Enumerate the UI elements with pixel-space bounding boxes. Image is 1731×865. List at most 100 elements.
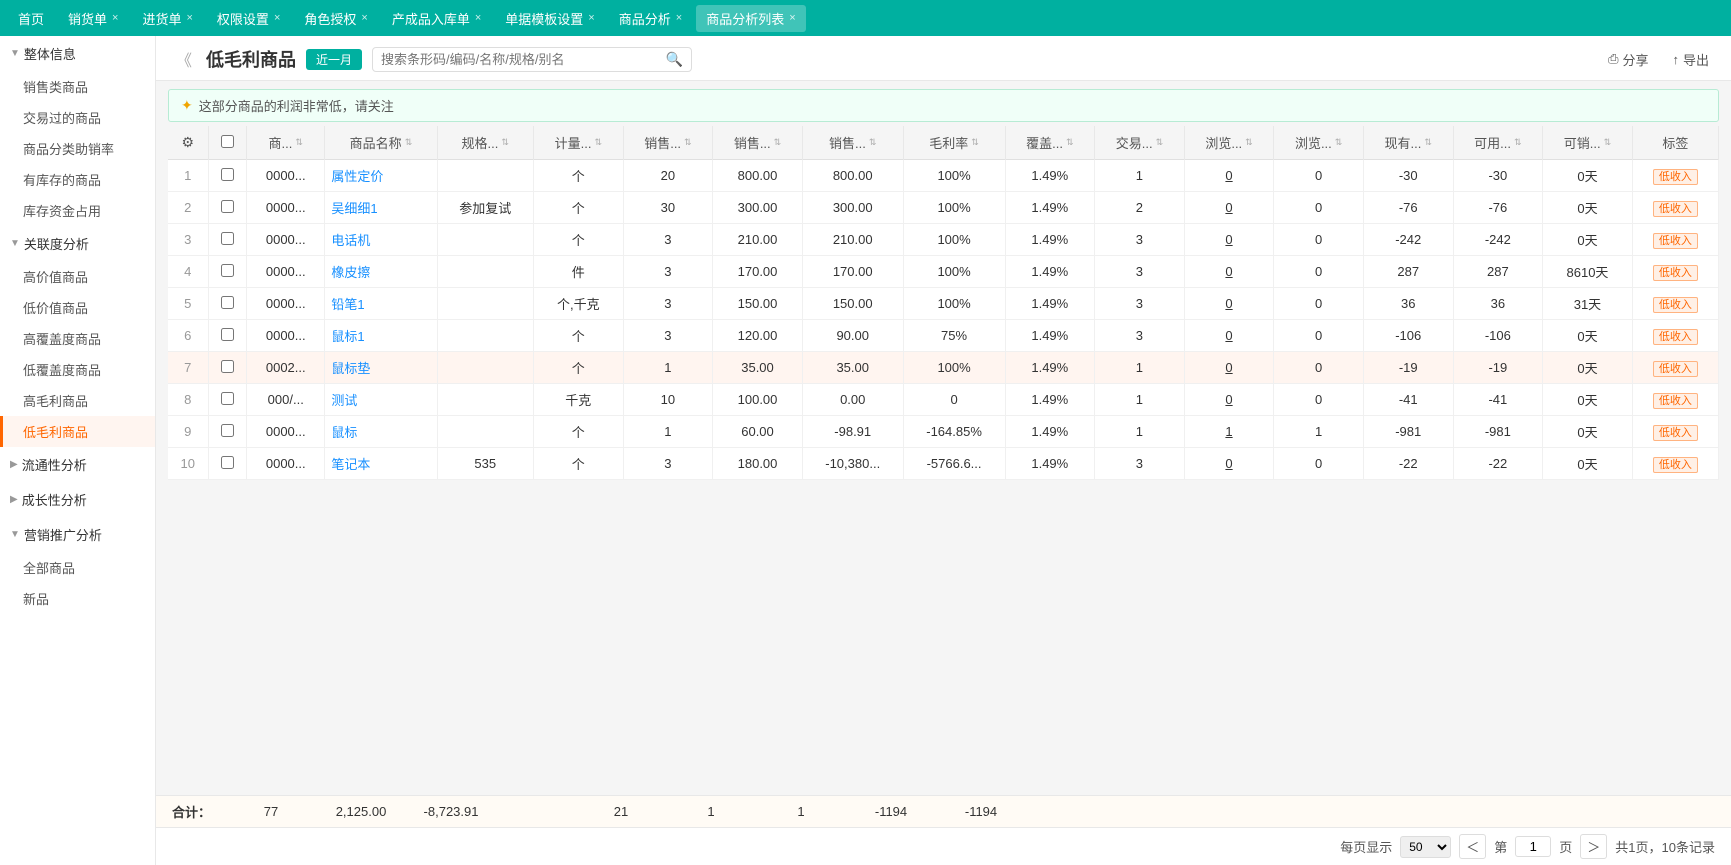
row-browse1[interactable]: 0: [1184, 320, 1274, 352]
sidebar-group-overall[interactable]: ▼ 整体信息: [0, 36, 155, 71]
collapse-sidebar-button[interactable]: 《: [172, 47, 196, 71]
col-sales-price[interactable]: 销售... ⇅: [713, 126, 803, 160]
sidebar-item-category-rate[interactable]: 商品分类助销率: [0, 133, 155, 164]
row-browse1[interactable]: 0: [1184, 288, 1274, 320]
settings-icon[interactable]: ⚙: [181, 134, 194, 150]
col-transaction[interactable]: 交易... ⇅: [1095, 126, 1185, 160]
col-saleable[interactable]: 可销... ⇅: [1543, 126, 1633, 160]
share-button[interactable]: ⎙ 分享: [1602, 47, 1654, 72]
row-browse1[interactable]: 0: [1184, 384, 1274, 416]
row-checkbox[interactable]: [208, 384, 247, 416]
sidebar-item-high-margin[interactable]: 高毛利商品: [0, 385, 155, 416]
row-select-checkbox[interactable]: [221, 264, 234, 277]
row-checkbox[interactable]: [208, 416, 247, 448]
search-icon[interactable]: 🔍: [666, 51, 683, 68]
sidebar-item-low-margin[interactable]: 低毛利商品: [0, 416, 155, 447]
col-name[interactable]: 商品名称 ⇅: [325, 126, 437, 160]
row-browse1[interactable]: 0: [1184, 256, 1274, 288]
close-icon[interactable]: ×: [676, 12, 682, 24]
search-input[interactable]: [381, 52, 660, 67]
row-name[interactable]: 吴细细1: [325, 192, 437, 224]
row-checkbox[interactable]: [208, 448, 247, 480]
sidebar-item-stock-capital[interactable]: 库存资金占用: [0, 195, 155, 226]
nav-role[interactable]: 角色授权 ×: [294, 5, 377, 32]
close-icon[interactable]: ×: [186, 12, 192, 24]
col-browse2[interactable]: 浏览... ⇅: [1274, 126, 1364, 160]
row-select-checkbox[interactable]: [221, 360, 234, 373]
col-browse1[interactable]: 浏览... ⇅: [1184, 126, 1274, 160]
row-browse1[interactable]: 1: [1184, 416, 1274, 448]
close-icon[interactable]: ×: [588, 12, 594, 24]
col-settings[interactable]: ⚙: [168, 126, 208, 160]
close-icon[interactable]: ×: [789, 12, 795, 24]
row-name[interactable]: 鼠标1: [325, 320, 437, 352]
close-icon[interactable]: ×: [361, 12, 367, 24]
row-name[interactable]: 属性定价: [325, 160, 437, 192]
row-name[interactable]: 铅笔1: [325, 288, 437, 320]
row-checkbox[interactable]: [208, 352, 247, 384]
row-checkbox[interactable]: [208, 288, 247, 320]
sidebar-item-in-stock[interactable]: 有库存的商品: [0, 164, 155, 195]
nav-product-analysis[interactable]: 商品分析 ×: [609, 5, 692, 32]
row-browse1[interactable]: 0: [1184, 224, 1274, 256]
col-sales-profit[interactable]: 销售... ⇅: [802, 126, 903, 160]
nav-purchase-order[interactable]: 进货单 ×: [132, 5, 202, 32]
row-browse1[interactable]: 0: [1184, 352, 1274, 384]
sidebar-item-high-coverage[interactable]: 高覆盖度商品: [0, 323, 155, 354]
sidebar-item-high-value[interactable]: 高价值商品: [0, 261, 155, 292]
col-unit[interactable]: 计量... ⇅: [533, 126, 623, 160]
row-select-checkbox[interactable]: [221, 392, 234, 405]
close-icon[interactable]: ×: [475, 12, 481, 24]
row-browse1[interactable]: 0: [1184, 448, 1274, 480]
export-button[interactable]: ↑ 导出: [1666, 47, 1715, 72]
close-icon[interactable]: ×: [112, 12, 118, 24]
col-gross-rate[interactable]: 毛利率 ⇅: [903, 126, 1005, 160]
col-current-stock[interactable]: 现有... ⇅: [1363, 126, 1453, 160]
sidebar-item-low-value[interactable]: 低价值商品: [0, 292, 155, 323]
row-select-checkbox[interactable]: [221, 328, 234, 341]
row-select-checkbox[interactable]: [221, 168, 234, 181]
row-name[interactable]: 鼠标: [325, 416, 437, 448]
row-checkbox[interactable]: [208, 256, 247, 288]
sidebar-item-sales-goods[interactable]: 销售类商品: [0, 71, 155, 102]
row-name[interactable]: 橡皮擦: [325, 256, 437, 288]
row-name[interactable]: 测试: [325, 384, 437, 416]
col-available[interactable]: 可用... ⇅: [1453, 126, 1543, 160]
sidebar-group-liquidity[interactable]: ▶ 流通性分析: [0, 447, 155, 482]
nav-product-entry[interactable]: 产成品入库单 ×: [382, 5, 491, 32]
row-checkbox[interactable]: [208, 320, 247, 352]
row-name[interactable]: 电话机: [325, 224, 437, 256]
col-spec[interactable]: 规格... ⇅: [437, 126, 533, 160]
prev-page-button[interactable]: ＜: [1459, 834, 1486, 859]
row-browse1[interactable]: 0: [1184, 160, 1274, 192]
row-checkbox[interactable]: [208, 160, 247, 192]
page-number-input[interactable]: [1515, 836, 1551, 857]
sidebar-item-all-goods[interactable]: 全部商品: [0, 552, 155, 583]
nav-product-analysis-list[interactable]: 商品分析列表 ×: [696, 5, 805, 32]
row-checkbox[interactable]: [208, 224, 247, 256]
col-code[interactable]: 商... ⇅: [247, 126, 325, 160]
sidebar-item-low-coverage[interactable]: 低覆盖度商品: [0, 354, 155, 385]
nav-template[interactable]: 单据模板设置 ×: [495, 5, 604, 32]
row-select-checkbox[interactable]: [221, 232, 234, 245]
close-icon[interactable]: ×: [274, 12, 280, 24]
sidebar-group-marketing[interactable]: ▼ 营销推广分析: [0, 517, 155, 552]
row-select-checkbox[interactable]: [221, 424, 234, 437]
per-page-select[interactable]: 50 100 200: [1400, 836, 1451, 858]
select-all-checkbox[interactable]: [221, 135, 234, 148]
row-select-checkbox[interactable]: [221, 200, 234, 213]
sidebar-item-new-goods[interactable]: 新品: [0, 583, 155, 614]
sidebar-group-correlation[interactable]: ▼ 关联度分析: [0, 226, 155, 261]
next-page-button[interactable]: ＞: [1580, 834, 1607, 859]
row-select-checkbox[interactable]: [221, 456, 234, 469]
row-name[interactable]: 笔记本: [325, 448, 437, 480]
nav-sales-order[interactable]: 销货单 ×: [58, 5, 128, 32]
row-checkbox[interactable]: [208, 192, 247, 224]
filter-tag-recent-month[interactable]: 近一月: [306, 49, 362, 70]
sidebar-group-growth[interactable]: ▶ 成长性分析: [0, 482, 155, 517]
col-sales-qty[interactable]: 销售... ⇅: [623, 126, 713, 160]
row-name[interactable]: 鼠标垫: [325, 352, 437, 384]
col-coverage[interactable]: 覆盖... ⇅: [1005, 126, 1095, 160]
nav-permission[interactable]: 权限设置 ×: [207, 5, 290, 32]
nav-home[interactable]: 首页: [8, 5, 54, 32]
